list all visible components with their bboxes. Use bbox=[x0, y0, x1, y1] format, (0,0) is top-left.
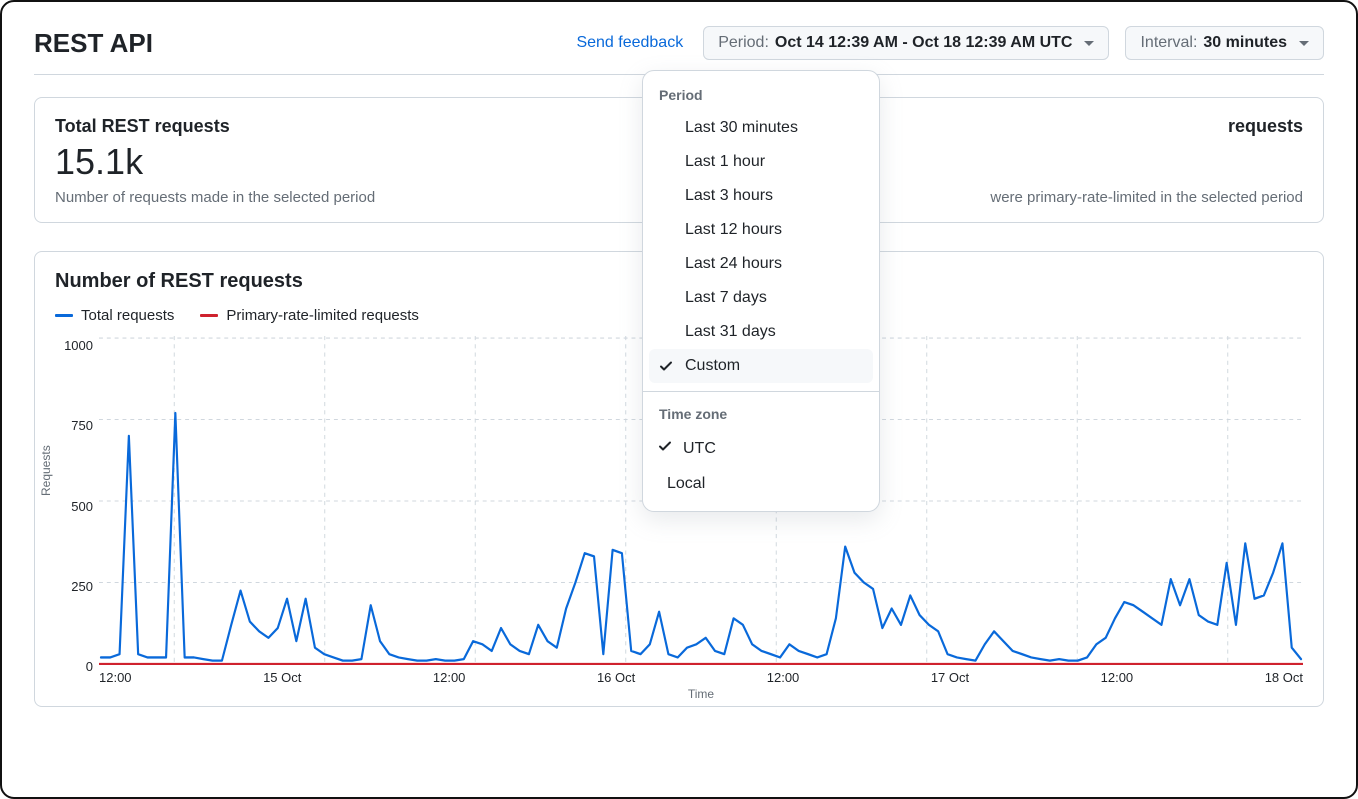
option-label: Last 31 days bbox=[685, 323, 776, 341]
interval-selector-button[interactable]: Interval: 30 minutes bbox=[1125, 26, 1324, 60]
period-option[interactable]: Last 30 minutes bbox=[643, 111, 879, 145]
period-dropdown-menu: Period Last 30 minutes Last 1 hour Last 3 … bbox=[642, 70, 880, 512]
option-label: Custom bbox=[685, 357, 740, 375]
y-tick: 500 bbox=[55, 499, 93, 514]
x-tick: 16 Oct bbox=[597, 670, 635, 685]
period-label: Period: bbox=[718, 34, 769, 52]
menu-section-header: Time zone bbox=[643, 400, 879, 430]
option-label: Last 30 minutes bbox=[685, 119, 798, 137]
period-option[interactable]: Last 3 hours bbox=[643, 179, 879, 213]
y-axis-label: Requests bbox=[39, 445, 53, 496]
period-option[interactable]: Last 1 hour bbox=[643, 145, 879, 179]
y-tick: 750 bbox=[55, 418, 93, 433]
legend-swatch-blue bbox=[55, 314, 73, 317]
x-tick: 18 Oct bbox=[1265, 670, 1303, 685]
option-label: Local bbox=[667, 475, 705, 493]
card-total-requests: Total REST requests 15.1k Number of requ… bbox=[34, 97, 669, 223]
timezone-option[interactable]: UTC bbox=[643, 430, 879, 467]
legend-swatch-red bbox=[200, 314, 218, 317]
option-label: Last 12 hours bbox=[685, 221, 782, 239]
x-tick: 12:00 bbox=[1101, 670, 1134, 685]
period-option[interactable]: Last 31 days bbox=[643, 315, 879, 349]
y-tick: 1000 bbox=[55, 338, 93, 353]
option-label: Last 7 days bbox=[685, 289, 767, 307]
legend-label: Primary-rate-limited requests bbox=[226, 307, 419, 324]
page-title: REST API bbox=[34, 28, 560, 59]
send-feedback-link[interactable]: Send feedback bbox=[576, 34, 683, 52]
x-tick: 12:00 bbox=[433, 670, 466, 685]
header: REST API Send feedback Period: Oct 14 12… bbox=[34, 26, 1324, 75]
menu-divider bbox=[643, 391, 879, 392]
card-title: Total REST requests bbox=[55, 116, 648, 137]
interval-value: 30 minutes bbox=[1203, 34, 1287, 52]
timezone-option[interactable]: Local bbox=[643, 467, 879, 501]
x-tick: 12:00 bbox=[767, 670, 800, 685]
check-icon bbox=[657, 438, 673, 454]
period-option[interactable]: Custom bbox=[649, 349, 873, 383]
option-label: Last 24 hours bbox=[685, 255, 782, 273]
card-subtitle: Number of requests made in the selected … bbox=[55, 189, 648, 206]
period-option[interactable]: Last 24 hours bbox=[643, 247, 879, 281]
period-selector-button[interactable]: Period: Oct 14 12:39 AM - Oct 18 12:39 A… bbox=[703, 26, 1109, 60]
menu-section-header: Period bbox=[643, 81, 879, 111]
option-label: UTC bbox=[683, 440, 716, 458]
legend-item-rate-limited: Primary-rate-limited requests bbox=[200, 307, 419, 324]
card-value: 15.1k bbox=[55, 141, 648, 183]
option-label: Last 3 hours bbox=[685, 187, 773, 205]
period-option[interactable]: Last 7 days bbox=[643, 281, 879, 315]
period-value: Oct 14 12:39 AM - Oct 18 12:39 AM UTC bbox=[775, 34, 1073, 52]
legend-item-total: Total requests bbox=[55, 307, 174, 324]
x-axis-label: Time bbox=[99, 687, 1303, 701]
y-tick: 250 bbox=[55, 579, 93, 594]
x-tick: 12:00 bbox=[99, 670, 132, 685]
period-option[interactable]: Last 12 hours bbox=[643, 213, 879, 247]
legend-label: Total requests bbox=[81, 307, 174, 324]
interval-label: Interval: bbox=[1140, 34, 1197, 52]
y-axis-ticks: 1000 750 500 250 0 bbox=[55, 336, 99, 696]
option-label: Last 1 hour bbox=[685, 153, 765, 171]
x-axis-ticks: 12:00 15 Oct 12:00 16 Oct 12:00 17 Oct 12:00 18… bbox=[99, 666, 1303, 685]
x-tick: 15 Oct bbox=[263, 670, 301, 685]
x-tick: 17 Oct bbox=[931, 670, 969, 685]
y-tick: 0 bbox=[55, 659, 93, 674]
chevron-down-icon bbox=[1084, 41, 1094, 46]
check-icon bbox=[658, 358, 674, 374]
chevron-down-icon bbox=[1299, 41, 1309, 46]
